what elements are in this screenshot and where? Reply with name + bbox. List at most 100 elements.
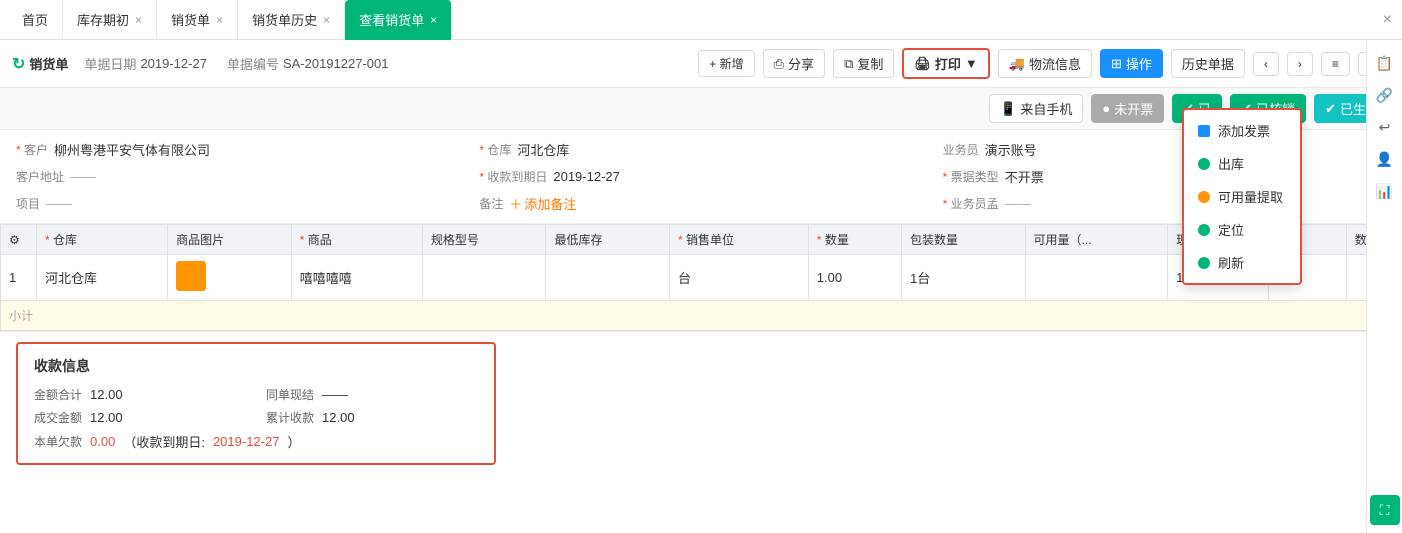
col-available: 可用量（... (1025, 225, 1168, 255)
warehouse-label: 仓库 (479, 141, 511, 158)
sidebar-link-icon[interactable]: 🔗 (1370, 80, 1400, 110)
logistics-icon: 🚚 (1009, 56, 1025, 72)
col-pack-qty: 包装数量 (901, 225, 1025, 255)
ticket-icon: ● (1102, 101, 1110, 116)
available-icon (1198, 191, 1210, 203)
tab-sales-order[interactable]: 销货单 × (157, 0, 238, 40)
salesperson2-field: 业务员孟 —— (943, 194, 1386, 213)
total-label: 金额合计 (34, 386, 82, 403)
dropdown-locate[interactable]: 定位 (1184, 213, 1300, 246)
tab-home[interactable]: 首页 (8, 0, 63, 40)
row-unit: 台 (670, 255, 809, 301)
row-available (1025, 255, 1168, 301)
due-row: 本单欠款 0.00 （收款到期日: 2019-12-27 ） (34, 432, 478, 451)
note-label: 备注 (479, 195, 503, 212)
tab-view-sales[interactable]: 查看销货单 × (345, 0, 452, 40)
add-note-button[interactable]: ＋ 添加备注 (509, 194, 576, 213)
deal-row: 成交金额 12.00 (34, 409, 246, 426)
row-index: 1 (1, 255, 37, 301)
dropdown-available[interactable]: 可用量提取 (1184, 180, 1300, 213)
copy-button[interactable]: ⧉ 复制 (833, 49, 894, 78)
due-label: 本单欠款 (34, 433, 82, 450)
dropdown-add-invoice[interactable]: 添加发票 (1184, 114, 1300, 147)
note-field: 备注 ＋ 添加备注 (479, 194, 922, 213)
ticket-type-value: 不开票 (1005, 167, 1044, 186)
share-icon: ⎙ (774, 56, 784, 72)
salesperson-field: 业务员 演示账号 (943, 140, 1386, 159)
print-dropdown-icon: ▼ (965, 56, 978, 71)
receipt-grid: 金额合计 12.00 同单现结 —— 成交金额 12.00 累计收款 12.00… (34, 386, 478, 451)
prev-button[interactable]: ‹ (1253, 52, 1279, 76)
sidebar-doc-icon[interactable]: 📋 (1370, 48, 1400, 78)
subtotal-row: 小计 (1, 301, 1402, 331)
tab-close-view[interactable]: × (430, 13, 437, 27)
due-date-label: 收款到期日 (479, 168, 547, 185)
not-open-button[interactable]: ● 未开票 (1091, 94, 1164, 123)
next-button[interactable]: › (1287, 52, 1313, 76)
sidebar-expand-icon[interactable]: ⛶ (1370, 495, 1400, 525)
product-image (176, 261, 206, 291)
close-all-tabs[interactable]: × (1383, 11, 1392, 29)
due-date-field: 收款到期日 2019-12-27 (479, 167, 922, 186)
plus-icon: ＋ (509, 194, 522, 213)
dropdown-refresh[interactable]: 刷新 (1184, 246, 1300, 279)
col-product: 商品 (291, 225, 422, 255)
address-label: 客户地址 (16, 168, 64, 185)
doc-title-area: ↻ 销货单 单据日期 2019-12-27 单据编号 SA-20191227-0… (12, 54, 698, 74)
tab-close-history[interactable]: × (323, 13, 330, 27)
doc-meta: 单据日期 2019-12-27 单据编号 SA-20191227-001 (84, 54, 388, 73)
doc-title-text: 销货单 (29, 54, 68, 73)
row-img (168, 255, 292, 301)
print-button[interactable]: 🖨 打印 ▼ (902, 48, 989, 79)
row-product: 嘻嘻嘻嘻 (291, 255, 422, 301)
print-icon: 🖨 (914, 56, 931, 72)
refresh-icon (1198, 257, 1210, 269)
salesperson2-label: 业务员孟 (943, 195, 999, 212)
total-value: 12.00 (90, 387, 123, 402)
due-value: 0.00 (90, 434, 115, 449)
address-field: 客户地址 —— (16, 167, 459, 186)
sidebar-user-icon[interactable]: 👤 (1370, 144, 1400, 174)
cumulative-value: 12.00 (322, 410, 355, 425)
tab-close-sales[interactable]: × (216, 13, 223, 27)
tab-inventory-init[interactable]: 库存期初 × (63, 0, 157, 40)
row-warehouse: 河北仓库 (37, 255, 168, 301)
ticket-type-field: 票据类型 不开票 (943, 167, 1386, 186)
share-button[interactable]: ⎙ 分享 (763, 49, 825, 78)
invoice-icon (1198, 125, 1210, 137)
cumulative-row: 累计收款 12.00 (266, 409, 478, 426)
list-view-button[interactable]: ≡ (1321, 52, 1350, 76)
due-date-value: 2019-12-27 (553, 169, 620, 184)
row-spec (422, 255, 546, 301)
total-row: 金额合计 12.00 (34, 386, 246, 403)
sidebar-return-icon[interactable]: ↩ (1370, 112, 1400, 142)
sidebar-chart-icon[interactable]: 📊 (1370, 176, 1400, 206)
warehouse-value: 河北仓库 (517, 140, 569, 159)
deal-label: 成交金额 (34, 409, 82, 426)
tab-sales-history[interactable]: 销货单历史 × (238, 0, 345, 40)
cumulative-label: 累计收款 (266, 409, 314, 426)
col-img: 商品图片 (168, 225, 292, 255)
warehouse-field: 仓库 河北仓库 (479, 140, 922, 159)
operation-dropdown: 添加发票 出库 可用量提取 定位 刷新 (1182, 108, 1302, 285)
ticket-type-label: 票据类型 (943, 168, 999, 185)
customer-field: 客户 柳州粤港平安气体有限公司 (16, 140, 459, 159)
due-end: ） (287, 432, 300, 451)
right-sidebar: 📋 🔗 ↩ 👤 📊 ⛶ (1366, 40, 1402, 533)
dropdown-outbound[interactable]: 出库 (1184, 147, 1300, 180)
due-note: （收款到期日: (123, 432, 205, 451)
logistics-button[interactable]: 🚚 物流信息 (998, 49, 1092, 78)
operation-button[interactable]: ⊞ 操作 (1100, 49, 1163, 78)
salesperson-value: 演示账号 (985, 140, 1037, 159)
subtotal-label: 小计 (1, 301, 1402, 331)
project-field: 项目 —— (16, 194, 459, 213)
bottom-section: 收款信息 金额合计 12.00 同单现结 —— 成交金额 12.00 累计收款 … (0, 332, 1402, 475)
address-value: —— (70, 169, 96, 184)
tab-close-inventory[interactable]: × (135, 13, 142, 27)
add-button[interactable]: + 新增 (698, 50, 754, 77)
history-button[interactable]: 历史单据 (1171, 49, 1245, 78)
receipt-title: 收款信息 (34, 356, 478, 376)
tab-bar: 首页 库存期初 × 销货单 × 销货单历史 × 查看销货单 × × (0, 0, 1402, 40)
from-phone-button[interactable]: 📱 来自手机 (989, 94, 1083, 123)
col-min-stock: 最低库存 (546, 225, 670, 255)
